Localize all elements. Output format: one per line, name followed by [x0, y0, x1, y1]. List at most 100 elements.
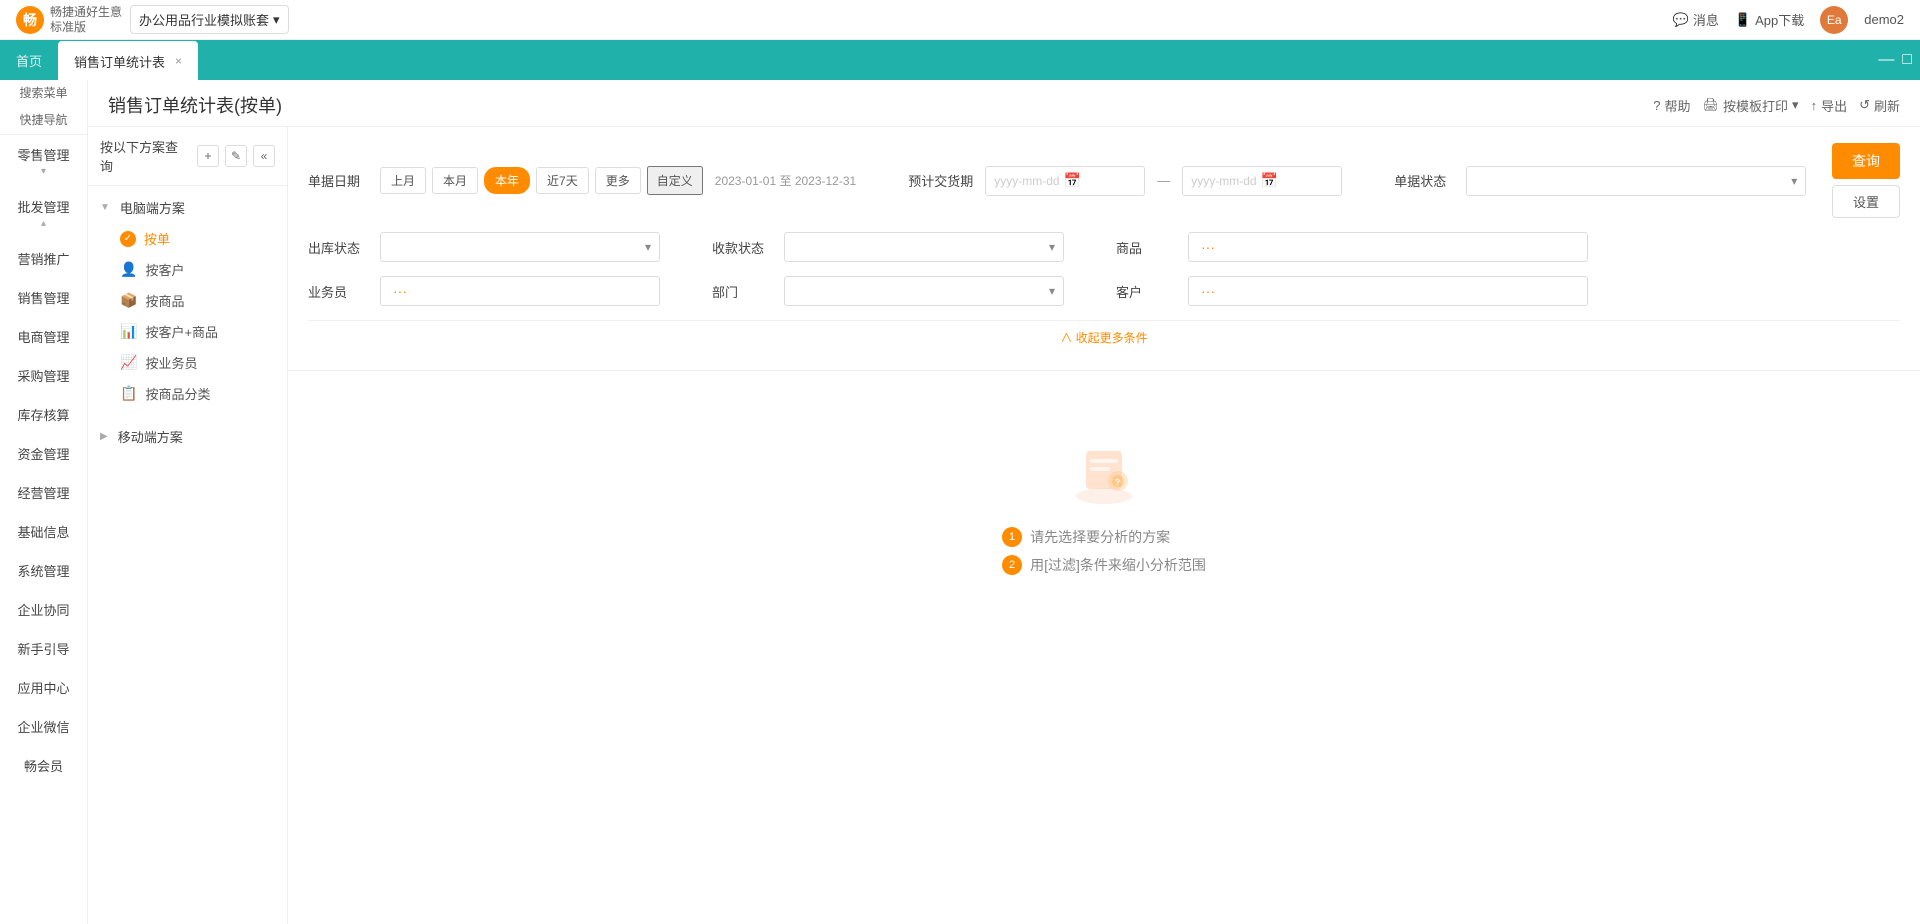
expand-icon: ▼ — [100, 202, 110, 213]
more-options-icon: ··· — [1201, 283, 1215, 299]
last7-button[interactable]: 近7天 — [536, 167, 589, 194]
scheme-item-single[interactable]: ✓ 按单 — [88, 223, 287, 254]
sidebar-item-system[interactable]: 系统管理 — [0, 551, 87, 590]
receive-status-select[interactable]: ▾ — [784, 232, 1064, 262]
desktop-section-header[interactable]: ▼ 电脑端方案 — [88, 192, 287, 223]
scheme-item-customer[interactable]: 👤 按客户 — [88, 254, 287, 285]
sidebar-item-inventory[interactable]: 库存核算 — [0, 395, 87, 434]
select-chevron-icon: ▾ — [1049, 284, 1055, 298]
salesman-input[interactable]: ··· — [380, 276, 660, 306]
mobile-section-header[interactable]: ▶ 移动端方案 — [88, 421, 287, 452]
message-button[interactable]: 💬 消息 — [1673, 10, 1719, 29]
window-minimize-icon[interactable]: — — [1878, 51, 1894, 69]
ship-status-select[interactable]: ▾ — [380, 232, 660, 262]
chevron-down-icon: ▾ — [273, 12, 280, 28]
sidebar-item-wholesale[interactable]: 批发管理 ▴ — [0, 187, 87, 239]
collapse-filters-button[interactable]: ∧ 收起更多条件 — [308, 320, 1900, 354]
sidebar-item-operations[interactable]: 经营管理 — [0, 473, 87, 512]
export-button[interactable]: ↑ 导出 — [1811, 96, 1848, 115]
scheme-item-product[interactable]: 📦 按商品 — [88, 285, 287, 316]
goods-input[interactable]: ··· — [1188, 232, 1588, 262]
salesman-label: 业务员 — [308, 282, 368, 301]
export-icon: ↑ — [1811, 98, 1818, 113]
sidebar-item-marketing[interactable]: 营销推广 — [0, 239, 87, 278]
svg-text:?: ? — [1115, 478, 1120, 487]
avatar[interactable]: Ea — [1820, 6, 1848, 34]
empty-state: ? 1 请先选择要分析的方案 2 用[过滤]条件来缩小分析范围 — [288, 371, 1920, 635]
content-area: 销售订单统计表(按单) ? 帮助 🖨 按模板打印 ▾ ↑ 导出 ↺ 刷新 — [88, 80, 1920, 924]
scheme-icon: 📈 — [120, 354, 137, 371]
sidebar-item-ecommerce[interactable]: 电商管理 — [0, 317, 87, 356]
scheme-icon: 📦 — [120, 292, 137, 309]
scheme-item-category[interactable]: 📋 按商品分类 — [88, 378, 287, 409]
scheme-item-salesman[interactable]: 📈 按业务员 — [88, 347, 287, 378]
select-chevron-icon: ▾ — [1791, 174, 1797, 188]
expected-date-label: 预计交货期 — [908, 171, 973, 190]
sidebar-item-purchase[interactable]: 采购管理 — [0, 356, 87, 395]
empty-tips: 1 请先选择要分析的方案 2 用[过滤]条件来缩小分析范围 — [1002, 527, 1206, 575]
expected-date-start-input[interactable]: yyyy-mm-dd 📅 — [985, 166, 1145, 196]
sidebar-item-enterprise[interactable]: 企业协同 — [0, 590, 87, 629]
scheme-icon: 👤 — [120, 261, 137, 278]
collapse-scheme-panel-button[interactable]: « — [253, 145, 275, 167]
receive-status-label: 收款状态 — [712, 238, 772, 257]
help-button[interactable]: ? 帮助 — [1653, 96, 1690, 115]
status-label: 单据状态 — [1394, 171, 1454, 190]
sidebar-item-newbie[interactable]: 新手引导 — [0, 629, 87, 668]
customer-input[interactable]: ··· — [1188, 276, 1588, 306]
account-selector[interactable]: 办公用品行业模拟账套 ▾ — [130, 5, 289, 34]
chevron-icon: ▾ — [41, 166, 46, 177]
top-bar-left: 畅 畅捷通好生意 标准版 办公用品行业模拟账套 ▾ — [16, 5, 289, 34]
page-actions: ? 帮助 🖨 按模板打印 ▾ ↑ 导出 ↺ 刷新 — [1653, 96, 1900, 115]
last-month-button[interactable]: 上月 — [380, 167, 426, 194]
sidebar-item-app-center[interactable]: 应用中心 — [0, 668, 87, 707]
this-year-button[interactable]: 本年 — [484, 167, 530, 194]
sidebar-quick-nav[interactable]: 快捷导航 — [0, 105, 87, 135]
download-button[interactable]: 📱 App下载 — [1735, 10, 1804, 29]
sidebar-search-button[interactable]: 搜索菜单 — [0, 80, 87, 105]
custom-date-button[interactable]: 自定义 — [647, 166, 703, 195]
collapse-icon: ▶ — [100, 431, 108, 442]
mobile-scheme-section: ▶ 移动端方案 — [88, 415, 287, 458]
print-icon: 🖨 — [1703, 97, 1720, 113]
sidebar-item-finance[interactable]: 资金管理 — [0, 434, 87, 473]
message-icon: 💬 — [1673, 12, 1689, 28]
top-bar: 畅 畅捷通好生意 标准版 办公用品行业模拟账套 ▾ 💬 消息 📱 App下载 E… — [0, 0, 1920, 40]
date-range-display: 2023-01-01 至 2023-12-31 — [715, 172, 856, 189]
collapse-icon: ∧ — [1060, 331, 1075, 345]
tab-close-icon[interactable]: × — [175, 54, 182, 68]
sidebar-item-retail[interactable]: 零售管理 ▾ — [0, 135, 87, 187]
dept-select[interactable]: ▾ — [784, 276, 1064, 306]
sidebar-item-sales[interactable]: 销售管理 — [0, 278, 87, 317]
app-name: 畅捷通好生意 标准版 — [50, 5, 122, 34]
main-layout: 搜索菜单 快捷导航 零售管理 ▾ 批发管理 ▴ 营销推广 销售管理 电商管理 采… — [0, 80, 1920, 924]
more-date-button[interactable]: 更多 — [595, 167, 641, 194]
settings-button[interactable]: 设置 — [1832, 185, 1900, 218]
select-chevron-icon: ▾ — [645, 240, 651, 254]
edit-scheme-button[interactable]: ✎ — [225, 145, 247, 167]
refresh-button[interactable]: ↺ 刷新 — [1859, 96, 1900, 115]
print-button[interactable]: 🖨 按模板打印 ▾ — [1703, 96, 1799, 115]
window-maximize-icon[interactable]: □ — [1902, 51, 1912, 69]
help-icon: ? — [1653, 98, 1660, 113]
filter-result-area: 单据日期 上月 本月 本年 近7天 更多 自定义 2023-01-01 至 20… — [288, 127, 1920, 924]
empty-tip-1: 1 请先选择要分析的方案 — [1002, 527, 1206, 547]
sidebar-item-member[interactable]: 畅会员 — [0, 746, 87, 785]
date-buttons: 上月 本月 本年 近7天 更多 自定义 — [380, 166, 703, 195]
empty-illustration: ? — [1064, 431, 1144, 511]
sidebar-item-wechat[interactable]: 企业微信 — [0, 707, 87, 746]
sidebar-item-basic[interactable]: 基础信息 — [0, 512, 87, 551]
scheme-panel-header: 按以下方案查询 + ✎ « — [88, 127, 287, 186]
tip-number-2: 2 — [1002, 555, 1022, 575]
scheme-item-customer-product[interactable]: 📊 按客户+商品 — [88, 316, 287, 347]
query-button[interactable]: 查询 — [1832, 143, 1900, 179]
tab-sales-order-stats[interactable]: 销售订单统计表 × — [58, 41, 198, 81]
this-month-button[interactable]: 本月 — [432, 167, 478, 194]
status-select[interactable]: ▾ — [1466, 166, 1806, 196]
add-scheme-button[interactable]: + — [197, 145, 219, 167]
main-content: 按以下方案查询 + ✎ « ▼ — [88, 127, 1920, 924]
date-label: 单据日期 — [308, 171, 368, 190]
tab-home[interactable]: 首页 — [0, 40, 58, 80]
expected-date-end-input[interactable]: yyyy-mm-dd 📅 — [1182, 166, 1342, 196]
user-initials: Ea — [1827, 13, 1842, 27]
